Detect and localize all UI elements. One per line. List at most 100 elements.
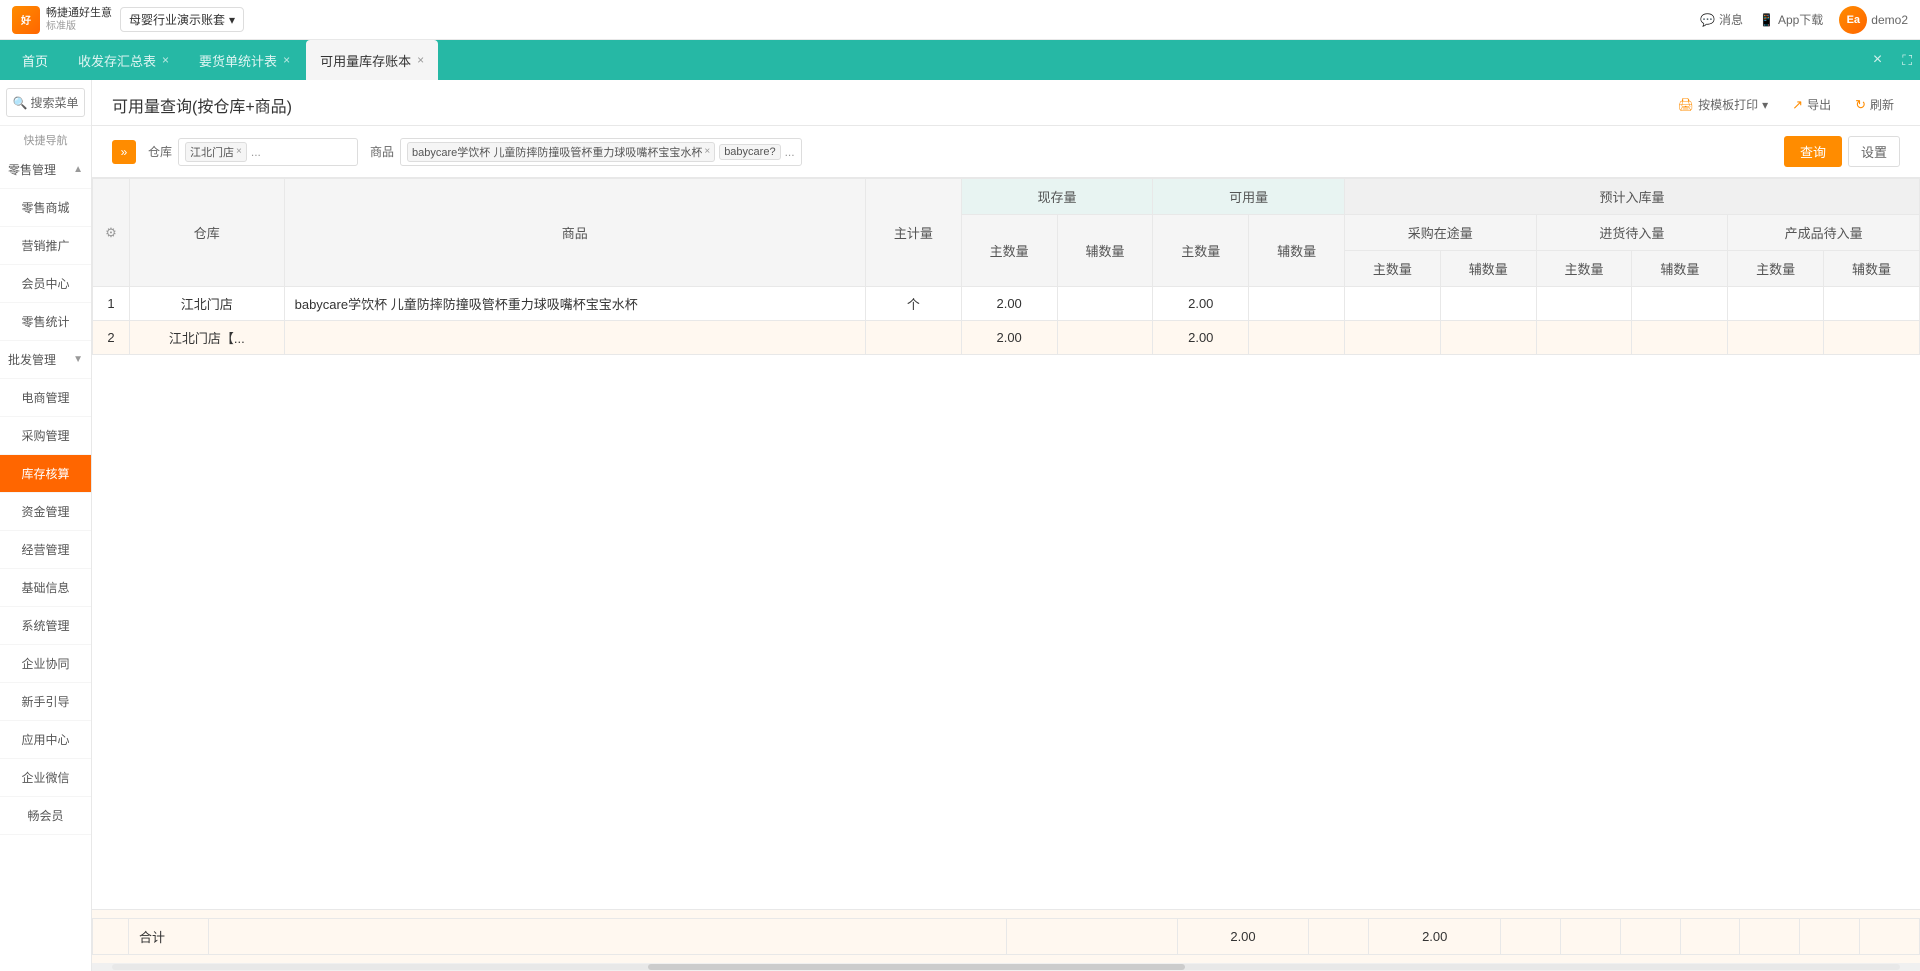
footer-table: 合计 2.00 2.00 xyxy=(92,918,1920,955)
footer-fp-aux xyxy=(1860,919,1920,955)
sidebar-item-system[interactable]: 系统管理 xyxy=(0,607,91,645)
expand-nav-icon[interactable]: ⛶ xyxy=(1894,52,1920,69)
product-input[interactable]: babycare学饮杯 儿童防摔防撞吸管杯重力球吸嘴杯宝宝水杯 × babyca… xyxy=(400,138,802,166)
footer-stock-aux xyxy=(1309,919,1369,955)
footer-avail-aux xyxy=(1501,919,1561,955)
subtotal-pt-aux xyxy=(1440,321,1536,355)
footer-ip-main xyxy=(1680,919,1740,955)
subtotal-index: 2 xyxy=(93,321,130,355)
stock-main-header: 主数量 xyxy=(961,215,1057,287)
footer-product xyxy=(209,919,1007,955)
chevron-down-icon: ▾ xyxy=(229,13,235,27)
row-fp-main xyxy=(1728,287,1824,321)
print-icon: 🖨 xyxy=(1678,97,1695,113)
sidebar-item-operation[interactable]: 经营管理 xyxy=(0,531,91,569)
product-tag-1: babycare学饮杯 儿童防摔防撞吸管杯重力球吸嘴杯宝宝水杯 × xyxy=(407,142,715,162)
product-more[interactable]: ... xyxy=(785,145,795,159)
stock-aux-header: 辅数量 xyxy=(1057,215,1153,287)
sidebar-item-retail-mall[interactable]: 零售商城 xyxy=(0,189,91,227)
warehouse-more[interactable]: ... xyxy=(251,145,261,159)
ip-main-header: 主数量 xyxy=(1536,251,1632,287)
page-actions: 🖨 按模板打印 ▾ ↗ 导出 ↻ 刷新 xyxy=(1672,92,1900,117)
tab-close-2[interactable]: × xyxy=(417,53,424,67)
sidebar-item-wholesale[interactable]: 批发管理 ▼ xyxy=(0,341,91,379)
available-group-header: 可用量 xyxy=(1153,179,1345,215)
print-btn[interactable]: 🖨 按模板打印 ▾ xyxy=(1672,92,1775,117)
product-tag1-close[interactable]: × xyxy=(704,146,710,157)
available-main-header: 主数量 xyxy=(1153,215,1249,287)
inventory-table: ⚙ 仓库 商品 主计量 现存量 可用量 预计入库量 主数量 辅数量 主数量 辅数… xyxy=(92,178,1920,355)
quick-nav-label[interactable]: 快捷导航 xyxy=(0,126,91,151)
industry-selector[interactable]: 母婴行业演示账套 ▾ xyxy=(120,7,244,32)
ip-aux-header: 辅数量 xyxy=(1632,251,1728,287)
export-btn[interactable]: ↗ 导出 xyxy=(1786,92,1837,117)
horizontal-scrollbar[interactable] xyxy=(92,963,1920,971)
chevron-icon-2: ▼ xyxy=(73,354,83,365)
nav-tabs: 首页 收发存汇总表 × 要货单统计表 × 可用量库存账本 × × ⛶ xyxy=(0,40,1920,80)
avatar: Ea xyxy=(1839,6,1867,34)
warehouse-tag: 江北门店 × xyxy=(185,142,247,162)
sidebar-item-ecommerce[interactable]: 电商管理 xyxy=(0,379,91,417)
subtotal-avail-main: 2.00 xyxy=(1153,321,1249,355)
sidebar-item-retail-stats[interactable]: 零售统计 xyxy=(0,303,91,341)
tab-yao-huo-dan[interactable]: 要货单统计表 × xyxy=(185,40,304,80)
scrollbar-thumb[interactable] xyxy=(648,964,1184,970)
search-menu-btn[interactable]: 🔍 搜索菜单 xyxy=(6,88,85,117)
subtotal-warehouse: 江北门店【... xyxy=(130,321,285,355)
sidebar-item-purchase[interactable]: 采购管理 xyxy=(0,417,91,455)
row-pt-main xyxy=(1344,287,1440,321)
fp-aux-header: 辅数量 xyxy=(1824,251,1920,287)
subtotal-pt-main xyxy=(1344,321,1440,355)
page-header: 可用量查询(按仓库+商品) 🖨 按模板打印 ▾ ↗ 导出 ↻ 刷新 xyxy=(92,80,1920,126)
export-icon: ↗ xyxy=(1792,97,1803,113)
query-btn[interactable]: 查询 xyxy=(1784,136,1842,167)
refresh-btn[interactable]: ↻ 刷新 xyxy=(1849,92,1900,117)
footer-ip-aux xyxy=(1740,919,1800,955)
sidebar-item-enterprise[interactable]: 企业协同 xyxy=(0,645,91,683)
warehouse-tag-close[interactable]: × xyxy=(236,146,242,157)
footer-pt-main xyxy=(1561,919,1621,955)
tab-close-0[interactable]: × xyxy=(162,53,169,67)
settings-gear-icon[interactable]: ⚙ xyxy=(103,225,119,241)
incoming-pending-header: 进货待入量 xyxy=(1536,215,1728,251)
sidebar-item-member[interactable]: 会员中心 xyxy=(0,265,91,303)
tab-close-1[interactable]: × xyxy=(283,53,290,67)
footer-row: 合计 2.00 2.00 xyxy=(93,919,1920,955)
warehouse-col-header: 仓库 xyxy=(130,179,285,287)
app-download-btn[interactable]: 📱 App下载 xyxy=(1759,11,1823,28)
row-ip-aux xyxy=(1632,287,1728,321)
warehouse-input[interactable]: 江北门店 × ... xyxy=(178,138,358,166)
sidebar-item-wecom[interactable]: 企业微信 xyxy=(0,759,91,797)
message-btn[interactable]: 💬 消息 xyxy=(1700,11,1743,28)
settings-btn[interactable]: 设置 xyxy=(1848,136,1900,167)
close-all-tabs[interactable]: × xyxy=(1863,51,1892,69)
filter-bar: » 仓库 江北门店 × ... 商品 babycare学饮杯 儿童防摔防撞吸管杯… xyxy=(92,126,1920,178)
sidebar-item-vip[interactable]: 畅会员 xyxy=(0,797,91,835)
sidebar: 🔍 搜索菜单 快捷导航 零售管理 ▲ 零售商城 营销推广 会员中心 零售统计 批… xyxy=(0,80,92,971)
pt-aux-header: 辅数量 xyxy=(1440,251,1536,287)
footer-empty1 xyxy=(93,919,129,955)
scrollbar-track xyxy=(112,964,1900,970)
subtotal-stock-main: 2.00 xyxy=(961,321,1057,355)
tab-home[interactable]: 首页 xyxy=(8,51,62,70)
pt-main-header: 主数量 xyxy=(1344,251,1440,287)
tab-keyong-liang[interactable]: 可用量库存账本 × xyxy=(306,40,438,80)
sidebar-item-basic[interactable]: 基础信息 xyxy=(0,569,91,607)
sidebar-item-inventory[interactable]: 库存核算 xyxy=(0,455,91,493)
filter-expand-btn[interactable]: » xyxy=(112,140,136,164)
page-title: 可用量查询(按仓库+商品) xyxy=(112,93,292,117)
settings-col-header[interactable]: ⚙ xyxy=(93,179,130,287)
sidebar-item-finance[interactable]: 资金管理 xyxy=(0,493,91,531)
sidebar-item-retail-mgmt[interactable]: 零售管理 ▲ xyxy=(0,151,91,189)
table-wrapper: ⚙ 仓库 商品 主计量 现存量 可用量 预计入库量 主数量 辅数量 主数量 辅数… xyxy=(92,178,1920,909)
message-icon: 💬 xyxy=(1700,13,1715,27)
user-menu[interactable]: Ea demo2 xyxy=(1839,6,1908,34)
tab-shou-fa-cun[interactable]: 收发存汇总表 × xyxy=(64,40,183,80)
sidebar-item-marketing[interactable]: 营销推广 xyxy=(0,227,91,265)
sidebar-item-newbie[interactable]: 新手引导 xyxy=(0,683,91,721)
available-aux-header: 辅数量 xyxy=(1249,215,1345,287)
sidebar-item-app-center[interactable]: 应用中心 xyxy=(0,721,91,759)
row-index: 1 xyxy=(93,287,130,321)
subtotal-product xyxy=(284,321,865,355)
top-bar: 好 畅捷通好生意 标准版 母婴行业演示账套 ▾ 💬 消息 📱 App下载 Ea … xyxy=(0,0,1920,40)
